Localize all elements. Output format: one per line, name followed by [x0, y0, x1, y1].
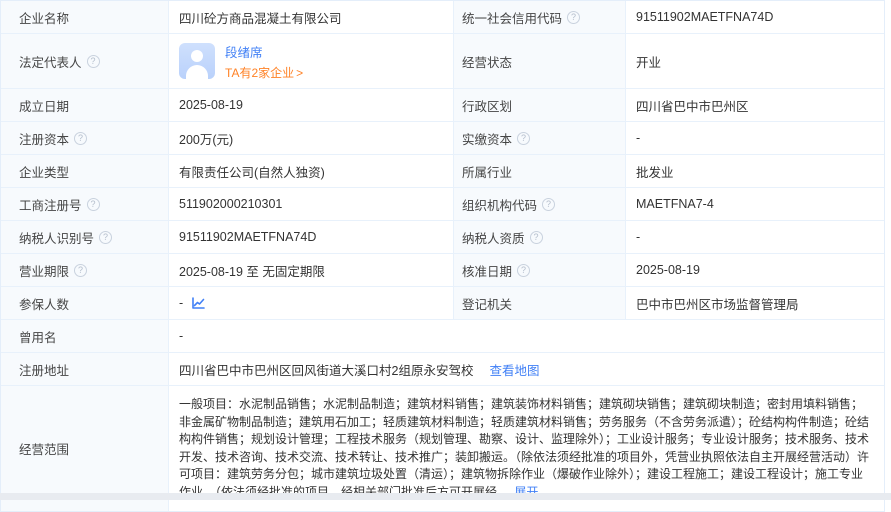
table-row: 成立日期 2025-08-19 行政区划 四川省巴中市巴州区 — [1, 89, 884, 122]
former-name-label: 曾用名 — [1, 320, 169, 352]
legal-rep-cell: 段绪席 TA有2家企业 > — [169, 34, 454, 88]
credit-code-value: 91511902MAETFNA74D — [636, 10, 774, 24]
table-row: 法定代表人 ? 段绪席 TA有2家企业 > 经营状态 开业 — [1, 34, 884, 89]
table-row: 企业名称 四川砼方商品混凝土有限公司 统一社会信用代码 ? 91511902MA… — [1, 1, 884, 34]
admin-division-label: 行政区划 — [454, 89, 626, 121]
trend-chart-icon[interactable] — [191, 296, 206, 310]
insured-count-cell: - — [169, 287, 454, 319]
taxpayer-qualification-label: 纳税人资质 ? — [454, 221, 626, 253]
insured-count-label: 参保人数 — [1, 287, 169, 319]
help-icon[interactable]: ? — [517, 131, 531, 145]
help-icon[interactable]: ? — [74, 263, 88, 277]
paid-capital-value: - — [636, 131, 641, 145]
status-value: 开业 — [636, 55, 662, 70]
industry-value: 批发业 — [636, 165, 674, 180]
credit-code-label: 统一社会信用代码 ? — [454, 1, 626, 33]
table-row: 企业类型 有限责任公司(自然人独资) 所属行业 批发业 — [1, 155, 884, 188]
help-icon[interactable]: ? — [529, 230, 543, 244]
approval-date-label: 核准日期 ? — [454, 254, 626, 286]
establish-date-label: 成立日期 — [1, 89, 169, 121]
table-row: 参保人数 - 登记机关 巴中市巴州区市场监督管理局 — [1, 287, 884, 320]
reg-capital-value: 200万(元) — [169, 122, 454, 154]
help-icon[interactable]: ? — [86, 197, 100, 211]
paid-capital-label: 实缴资本 ? — [454, 122, 626, 154]
registry-authority-label: 登记机关 — [454, 287, 626, 319]
company-name-label: 企业名称 — [1, 1, 169, 33]
establish-date-value: 2025-08-19 — [169, 89, 454, 121]
company-registration-page: 企业名称 四川砼方商品混凝土有限公司 统一社会信用代码 ? 91511902MA… — [0, 0, 891, 512]
reg-address-label: 注册地址 — [1, 353, 169, 385]
company-name-value: 四川砼方商品混凝土有限公司 — [169, 1, 454, 33]
table-row: 注册资本 ? 200万(元) 实缴资本 ? - — [1, 122, 884, 155]
page-bottom-divider — [0, 493, 891, 500]
table-row: 曾用名 - — [1, 320, 884, 353]
help-icon[interactable]: ? — [542, 197, 556, 211]
company-type-label: 企业类型 — [1, 155, 169, 187]
legal-rep-name-link[interactable]: 段绪席 — [225, 42, 303, 61]
admin-division-value: 四川省巴中市巴州区 — [636, 99, 749, 114]
approval-date-value: 2025-08-19 — [636, 263, 700, 277]
help-icon[interactable]: ? — [74, 131, 88, 145]
related-companies-link[interactable]: TA有2家企业 > — [225, 64, 303, 81]
industry-label: 所属行业 — [454, 155, 626, 187]
org-code-value: MAETFNA7-4 — [636, 197, 714, 211]
help-icon[interactable]: ? — [86, 54, 100, 68]
business-term-value: 2025-08-19 至 无固定期限 — [169, 254, 454, 286]
person-icon — [191, 50, 203, 62]
table-row: 营业期限 ? 2025-08-19 至 无固定期限 核准日期 ? 2025-08… — [1, 254, 884, 287]
business-scope-value: 一般项目：水泥制品销售；水泥制品制造；建筑材料销售；建筑装饰材料销售；建筑砌块销… — [179, 397, 870, 499]
reg-address-value: 四川省巴中市巴州区回风街道大溪口村2组原永安驾校 — [179, 363, 474, 378]
reg-number-label: 工商注册号 ? — [1, 188, 169, 220]
reg-address-cell: 四川省巴中市巴州区回风街道大溪口村2组原永安驾校 查看地图 — [169, 353, 884, 385]
help-icon[interactable]: ? — [567, 10, 581, 24]
reg-number-value: 511902000210301 — [169, 188, 454, 220]
business-term-label: 营业期限 ? — [1, 254, 169, 286]
insured-count-value: - — [179, 296, 184, 310]
person-icon — [186, 65, 208, 79]
view-map-link[interactable]: 查看地图 — [489, 360, 539, 379]
registry-authority-value: 巴中市巴州区市场监督管理局 — [636, 297, 799, 312]
taxpayer-id-label: 纳税人识别号 ? — [1, 221, 169, 253]
help-icon[interactable]: ? — [99, 230, 113, 244]
status-label: 经营状态 — [454, 34, 626, 88]
business-info-table: 企业名称 四川砼方商品混凝土有限公司 统一社会信用代码 ? 91511902MA… — [0, 0, 885, 512]
legal-rep-avatar[interactable] — [179, 43, 215, 79]
help-icon[interactable]: ? — [517, 263, 531, 277]
legal-rep-label: 法定代表人 ? — [1, 34, 169, 88]
reg-capital-label: 注册资本 ? — [1, 122, 169, 154]
table-row: 注册地址 四川省巴中市巴州区回风街道大溪口村2组原永安驾校 查看地图 — [1, 353, 884, 386]
org-code-label: 组织机构代码 ? — [454, 188, 626, 220]
company-type-value: 有限责任公司(自然人独资) — [169, 155, 454, 187]
table-row: 工商注册号 ? 511902000210301 组织机构代码 ? MAETFNA… — [1, 188, 884, 221]
chevron-right-icon: > — [296, 65, 304, 80]
table-row: 纳税人识别号 ? 91511902MAETFNA74D 纳税人资质 ? - — [1, 221, 884, 254]
former-name-value: - — [179, 329, 184, 343]
taxpayer-id-value: 91511902MAETFNA74D — [169, 221, 454, 253]
taxpayer-qualification-value: - — [636, 230, 641, 244]
